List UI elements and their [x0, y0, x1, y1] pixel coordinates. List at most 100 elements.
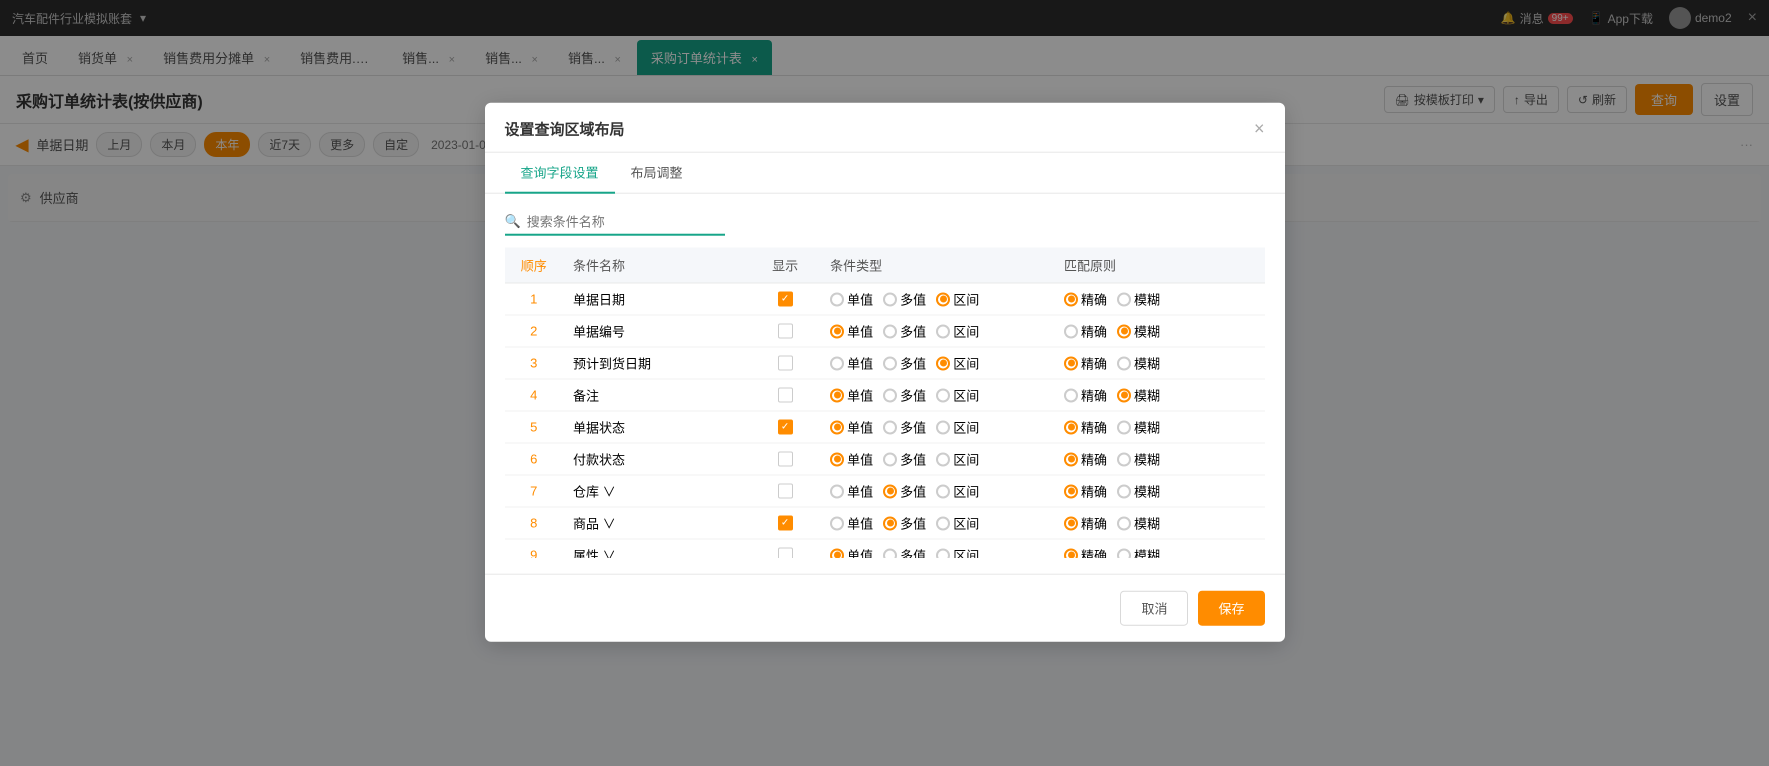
save-btn[interactable]: 保存 — [1198, 591, 1264, 626]
row-show-5[interactable] — [750, 443, 820, 475]
radio-match-match_exact-2[interactable]: 精确 — [1064, 354, 1107, 373]
condition-search-box: 🔍 — [505, 210, 725, 236]
show-checkbox-1[interactable] — [778, 324, 793, 339]
show-checkbox-5[interactable] — [778, 452, 793, 467]
radio-type-type_single-6[interactable]: 单值 — [830, 482, 873, 501]
row-type-4: 单值多值区间 — [820, 411, 1054, 443]
radio-type-type_range-1[interactable]: 区间 — [936, 322, 979, 341]
radio-type-type_range-5[interactable]: 区间 — [936, 450, 979, 469]
dialog-footer: 取消 保存 — [485, 574, 1285, 642]
radio-type-type_single-7[interactable]: 单值 — [830, 514, 873, 533]
row-show-0[interactable] — [750, 283, 820, 315]
radio-type-type_range-7[interactable]: 区间 — [936, 514, 979, 533]
match-radio-group-5: 精确模糊 — [1064, 450, 1255, 469]
radio-label-type_single-2: 单值 — [847, 354, 873, 373]
radio-type-type_range-3[interactable]: 区间 — [936, 386, 979, 405]
conditions-table-scroll[interactable]: 顺序 条件名称 显示 条件类型 匹配原则 1单据日期单值多值区间精确模糊2单据编… — [505, 248, 1265, 558]
row-match-5: 精确模糊 — [1054, 443, 1265, 475]
radio-match-match_fuzzy-1[interactable]: 模糊 — [1117, 322, 1160, 341]
row-show-8[interactable] — [750, 539, 820, 558]
table-row: 7仓库 ∨单值多值区间精确模糊 — [505, 475, 1265, 507]
show-checkbox-6[interactable] — [778, 484, 793, 499]
radio-type-type_multi-3[interactable]: 多值 — [883, 386, 926, 405]
radio-circle-type_multi-5 — [883, 452, 897, 466]
radio-label-match-match_fuzzy-1: 模糊 — [1134, 322, 1160, 341]
settings-dialog: 设置查询区域布局 × 查询字段设置 布局调整 🔍 顺序 条件名称 显示 条件类型 — [485, 103, 1285, 642]
cancel-btn[interactable]: 取消 — [1120, 591, 1188, 626]
radio-type-type_multi-1[interactable]: 多值 — [883, 322, 926, 341]
radio-match-match_fuzzy-8[interactable]: 模糊 — [1117, 546, 1160, 558]
show-checkbox-7[interactable] — [778, 516, 793, 531]
radio-circle-type_multi-3 — [883, 388, 897, 402]
radio-type-type_single-1[interactable]: 单值 — [830, 322, 873, 341]
tab-layout-adjust[interactable]: 布局调整 — [615, 153, 699, 194]
radio-match-match_exact-8[interactable]: 精确 — [1064, 546, 1107, 558]
row-show-3[interactable] — [750, 379, 820, 411]
table-row: 9属性 ∨单值多值区间精确模糊 — [505, 539, 1265, 558]
radio-label-match-match_fuzzy-0: 模糊 — [1134, 290, 1160, 309]
radio-match-match_fuzzy-3[interactable]: 模糊 — [1117, 386, 1160, 405]
match-radio-group-1: 精确 模糊 — [1064, 322, 1255, 341]
dialog-close-btn[interactable]: × — [1254, 119, 1265, 140]
radio-type-type_range-0[interactable]: 区间 — [936, 290, 979, 309]
row-order-8: 9 — [505, 539, 563, 558]
radio-type-type_multi-4[interactable]: 多值 — [883, 418, 926, 437]
show-checkbox-2[interactable] — [778, 356, 793, 371]
show-checkbox-3[interactable] — [778, 388, 793, 403]
radio-circle-match_fuzzy-1 — [1117, 324, 1131, 338]
radio-match-match_fuzzy-7[interactable]: 模糊 — [1117, 514, 1160, 533]
radio-type-type_multi-5[interactable]: 多值 — [883, 450, 926, 469]
radio-type-type_multi-2[interactable]: 多值 — [883, 354, 926, 373]
radio-circle-match_exact-2 — [1064, 356, 1078, 370]
show-checkbox-4[interactable] — [778, 420, 793, 435]
radio-label-type_single-8: 单值 — [847, 546, 873, 558]
tab-query-fields[interactable]: 查询字段设置 — [505, 153, 615, 194]
show-checkbox-8[interactable] — [778, 548, 793, 558]
radio-match-match_exact-1[interactable]: 精确 — [1064, 322, 1107, 341]
row-show-2[interactable] — [750, 347, 820, 379]
radio-type-type_multi-6[interactable]: 多值 — [883, 482, 926, 501]
table-row: 1单据日期单值多值区间精确模糊 — [505, 283, 1265, 315]
radio-match-match_exact-4[interactable]: 精确 — [1064, 418, 1107, 437]
radio-match-match_fuzzy-5[interactable]: 模糊 — [1117, 450, 1160, 469]
radio-label-match-match_exact-0: 精确 — [1081, 290, 1107, 309]
radio-circle-type_single-2 — [830, 356, 844, 370]
radio-type-type_single-4[interactable]: 单值 — [830, 418, 873, 437]
radio-type-type_range-6[interactable]: 区间 — [936, 482, 979, 501]
radio-type-type_single-0[interactable]: 单值 — [830, 290, 873, 309]
row-show-4[interactable] — [750, 411, 820, 443]
radio-type-type_range-2[interactable]: 区间 — [936, 354, 979, 373]
th-show: 显示 — [750, 248, 820, 284]
type-radio-group-7: 单值多值区间 — [830, 514, 1044, 533]
row-type-7: 单值多值区间 — [820, 507, 1054, 539]
radio-type-type_multi-7[interactable]: 多值 — [883, 514, 926, 533]
radio-match-match_exact-7[interactable]: 精确 — [1064, 514, 1107, 533]
row-order-2: 3 — [505, 347, 563, 379]
row-show-7[interactable] — [750, 507, 820, 539]
radio-circle-type_range-1 — [936, 324, 950, 338]
radio-type-type_range-8[interactable]: 区间 — [936, 546, 979, 558]
radio-match-match_exact-5[interactable]: 精确 — [1064, 450, 1107, 469]
radio-label-match-match_fuzzy-7: 模糊 — [1134, 514, 1160, 533]
radio-type-type_single-2[interactable]: 单值 — [830, 354, 873, 373]
show-checkbox-0[interactable] — [778, 292, 793, 307]
row-show-6[interactable] — [750, 475, 820, 507]
table-row: 6付款状态单值多值区间精确模糊 — [505, 443, 1265, 475]
radio-type-type_single-8[interactable]: 单值 — [830, 546, 873, 558]
table-header-row: 顺序 条件名称 显示 条件类型 匹配原则 — [505, 248, 1265, 284]
radio-match-match_exact-3[interactable]: 精确 — [1064, 386, 1107, 405]
search-input[interactable] — [527, 214, 707, 229]
radio-type-type_single-3[interactable]: 单值 — [830, 386, 873, 405]
match-radio-group-7: 精确 模糊 — [1064, 514, 1255, 533]
radio-match-match_fuzzy-0[interactable]: 模糊 — [1117, 290, 1160, 309]
radio-match-match_exact-6[interactable]: 精确 — [1064, 482, 1107, 501]
radio-type-type_multi-8[interactable]: 多值 — [883, 546, 926, 558]
radio-type-type_single-5[interactable]: 单值 — [830, 450, 873, 469]
radio-match-match_fuzzy-4[interactable]: 模糊 — [1117, 418, 1160, 437]
radio-type-type_range-4[interactable]: 区间 — [936, 418, 979, 437]
radio-match-match_exact-0[interactable]: 精确 — [1064, 290, 1107, 309]
row-show-1[interactable] — [750, 315, 820, 347]
radio-match-match_fuzzy-6[interactable]: 模糊 — [1117, 482, 1160, 501]
radio-match-match_fuzzy-2[interactable]: 模糊 — [1117, 354, 1160, 373]
radio-type-type_multi-0[interactable]: 多值 — [883, 290, 926, 309]
